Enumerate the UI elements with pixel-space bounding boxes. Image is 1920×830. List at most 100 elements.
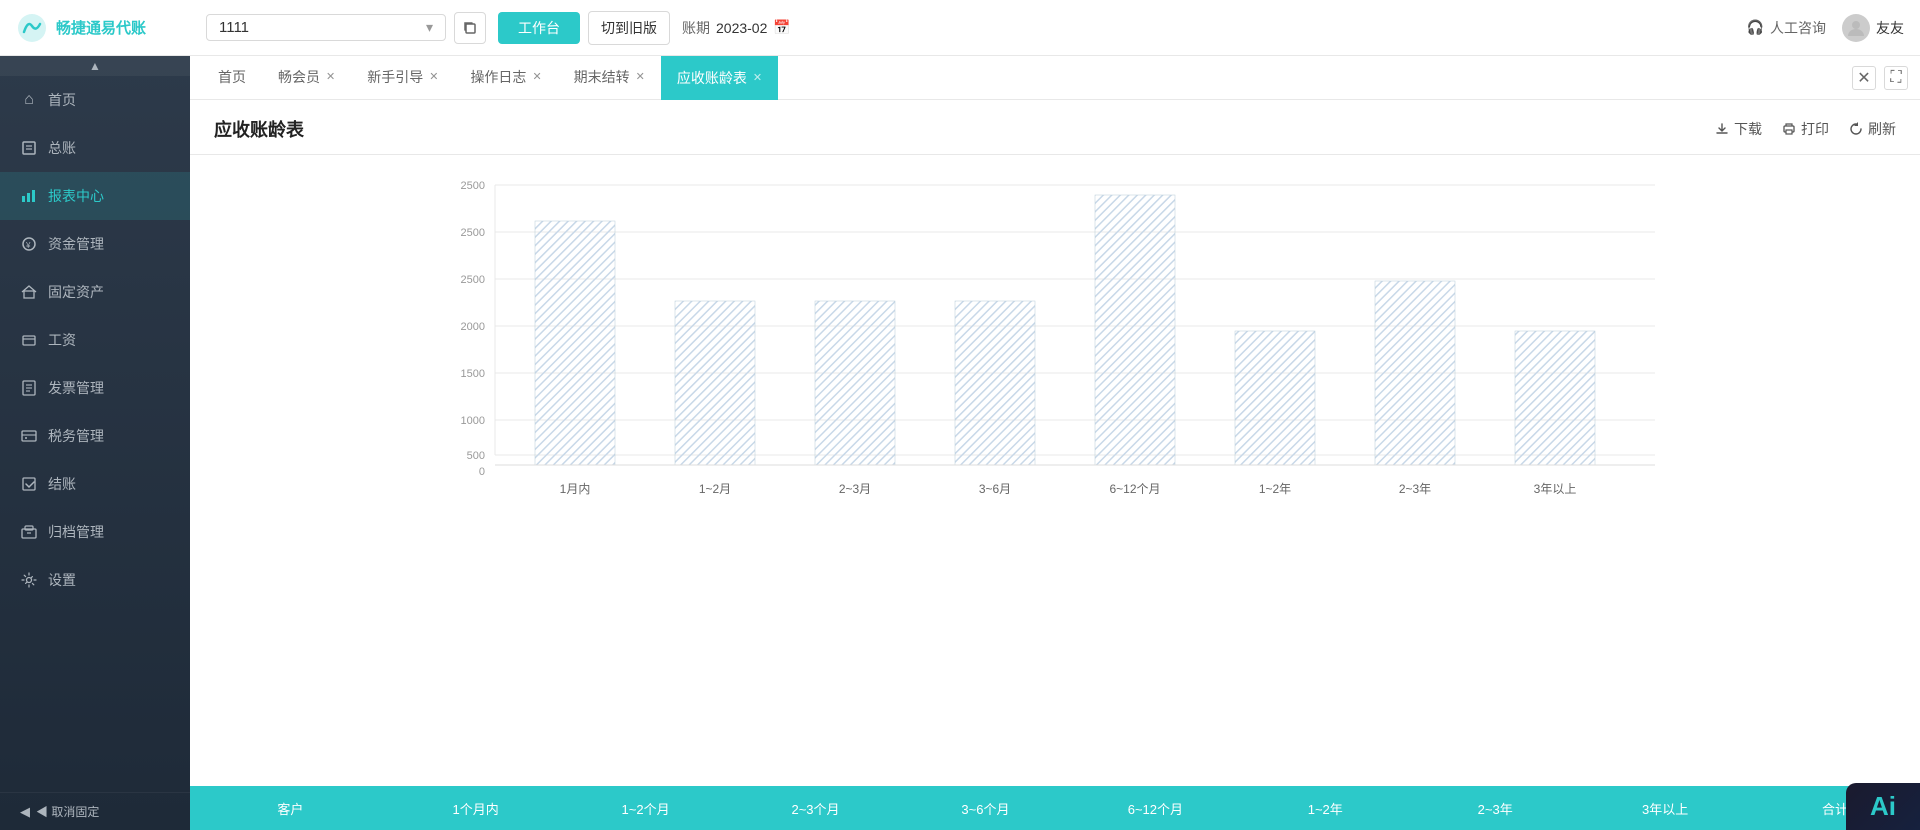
refresh-icon <box>1849 122 1863 136</box>
copy-button[interactable] <box>454 12 486 44</box>
svg-text:2500: 2500 <box>461 274 485 286</box>
funds-icon: ¥ <box>20 235 38 253</box>
svg-text:2000: 2000 <box>461 321 485 333</box>
sidebar-item-invoice[interactable]: 发票管理 <box>0 364 190 412</box>
svg-text:3年以上: 3年以上 <box>1534 482 1577 496</box>
sidebar-toggle-pin[interactable]: ◀ ◀ 取消固定 <box>0 792 190 830</box>
company-name: 1111 <box>219 19 418 36</box>
download-button[interactable]: 下载 <box>1715 119 1762 139</box>
period-value: 2023-02 <box>716 20 767 36</box>
svg-text:2500: 2500 <box>461 227 485 239</box>
close-all-tabs-button[interactable]: ✕ <box>1852 66 1876 90</box>
header-right: 🎧 人工咨询 友友 <box>1747 14 1904 42</box>
refresh-label: 刷新 <box>1868 119 1896 139</box>
sidebar-item-home[interactable]: ⌂ 首页 <box>0 76 190 124</box>
sidebar-item-tax[interactable]: 税务管理 <box>0 412 190 460</box>
logo-text: 畅捷通易代账 <box>56 17 146 38</box>
tab-closing[interactable]: 期末结转 ✕ <box>558 56 661 100</box>
period-label: 账期 <box>682 18 710 38</box>
sidebar-item-closing[interactable]: 结账 <box>0 460 190 508</box>
tab-close-icon[interactable]: ✕ <box>636 70 645 83</box>
user-area[interactable]: 友友 <box>1842 14 1904 42</box>
col-2-3y: 2~3年 <box>1410 799 1580 818</box>
sidebar-item-ledger[interactable]: 总账 <box>0 124 190 172</box>
svg-text:1000: 1000 <box>461 415 485 427</box>
page-actions: 下载 打印 <box>1715 119 1896 139</box>
assets-icon <box>20 283 38 301</box>
tab-close-icon[interactable]: ✕ <box>532 70 541 83</box>
tab-ar-aging[interactable]: 应收账龄表 ✕ <box>661 56 778 100</box>
sidebar-item-label: 结账 <box>48 474 76 494</box>
tab-home[interactable]: 首页 <box>202 56 262 100</box>
sidebar-item-label: 报表中心 <box>48 186 104 206</box>
sidebar-item-archive[interactable]: 归档管理 <box>0 508 190 556</box>
workbench-button[interactable]: 工作台 <box>498 12 580 44</box>
tab-guide[interactable]: 新手引导 ✕ <box>351 56 454 100</box>
bar-1-2月 <box>675 301 755 465</box>
svg-text:2500: 2500 <box>461 180 485 192</box>
download-label: 下载 <box>1734 119 1762 139</box>
download-icon <box>1715 122 1729 136</box>
refresh-button[interactable]: 刷新 <box>1849 119 1896 139</box>
sidebar-item-reports[interactable]: 报表中心 <box>0 172 190 220</box>
svg-text:6~12个月: 6~12个月 <box>1109 482 1160 496</box>
sidebar-item-label: 首页 <box>48 90 76 110</box>
svg-text:1月内: 1月内 <box>560 482 591 496</box>
switch-old-button[interactable]: 切到旧版 <box>588 11 670 45</box>
logo-icon <box>16 12 48 44</box>
settings-icon <box>20 571 38 589</box>
bar-2-3年 <box>1375 281 1455 465</box>
sidebar-item-label: 归档管理 <box>48 522 104 542</box>
main-layout: ▲ ⌂ 首页 总账 报表中心 ¥ 资金管理 固定资产 <box>0 56 1920 830</box>
ai-badge: Ai <box>1846 783 1920 830</box>
chevron-down-icon: ▾ <box>426 19 433 36</box>
unpin-icon: ◀ <box>20 804 30 820</box>
sidebar-item-assets[interactable]: 固定资产 <box>0 268 190 316</box>
sidebar-item-label: 总账 <box>48 138 76 158</box>
sidebar-item-funds[interactable]: ¥ 资金管理 <box>0 220 190 268</box>
bar-2-3月 <box>815 301 895 465</box>
tabs-actions: ✕ ⛶ <box>1852 66 1908 90</box>
calendar-icon[interactable]: 📅 <box>773 19 790 36</box>
table-header: 客户 1个月内 1~2个月 2~3个月 3~6个月 6~12个月 1~2年 2~… <box>190 786 1920 830</box>
avatar <box>1842 14 1870 42</box>
svg-text:1~2月: 1~2月 <box>699 482 731 496</box>
archive-icon <box>20 523 38 541</box>
tab-close-icon[interactable]: ✕ <box>326 70 335 83</box>
tab-label: 首页 <box>218 67 246 87</box>
tab-label: 操作日志 <box>470 67 526 87</box>
sidebar-item-settings[interactable]: 设置 <box>0 556 190 604</box>
sidebar-item-label: 设置 <box>48 570 76 590</box>
sidebar-item-label: 发票管理 <box>48 378 104 398</box>
sidebar-footer-label: ◀ 取消固定 <box>36 803 99 820</box>
sidebar-item-payroll[interactable]: 工资 <box>0 316 190 364</box>
chart-container: 2500 2500 2500 2000 1500 1000 500 0 <box>190 155 1920 786</box>
consultant-button[interactable]: 🎧 人工咨询 <box>1747 18 1826 38</box>
sidebar-item-label: 固定资产 <box>48 282 104 302</box>
tax-icon <box>20 427 38 445</box>
tab-label: 期末结转 <box>574 67 630 87</box>
expand-button[interactable]: ⛶ <box>1884 66 1908 90</box>
col-6-12m: 6~12个月 <box>1070 799 1240 818</box>
print-icon <box>1782 122 1796 136</box>
svg-text:¥: ¥ <box>25 241 31 250</box>
tab-label: 新手引导 <box>367 67 423 87</box>
print-button[interactable]: 打印 <box>1782 119 1829 139</box>
col-1-2y: 1~2年 <box>1240 799 1410 818</box>
bar-1-2年 <box>1235 331 1315 465</box>
col-1m: 1个月内 <box>391 799 561 818</box>
tab-close-icon[interactable]: ✕ <box>753 71 762 84</box>
home-icon: ⌂ <box>20 91 38 109</box>
sidebar-scroll-up[interactable]: ▲ <box>0 56 190 76</box>
tab-member[interactable]: 畅会员 ✕ <box>262 56 351 100</box>
bar-3年以上 <box>1515 331 1595 465</box>
invoice-icon <box>20 379 38 397</box>
svg-text:1~2年: 1~2年 <box>1259 482 1291 496</box>
content-area: 首页 畅会员 ✕ 新手引导 ✕ 操作日志 ✕ 期末结转 ✕ 应收账龄表 ✕ <box>190 56 1920 830</box>
page-title: 应收账龄表 <box>214 116 304 142</box>
tab-close-icon[interactable]: ✕ <box>429 70 438 83</box>
company-selector[interactable]: 1111 ▾ <box>206 14 446 41</box>
top-header: 畅捷通易代账 1111 ▾ 工作台 切到旧版 账期 2023-02 📅 🎧 人工… <box>0 0 1920 56</box>
tab-oplog[interactable]: 操作日志 ✕ <box>454 56 557 100</box>
bar-1月内 <box>535 221 615 465</box>
